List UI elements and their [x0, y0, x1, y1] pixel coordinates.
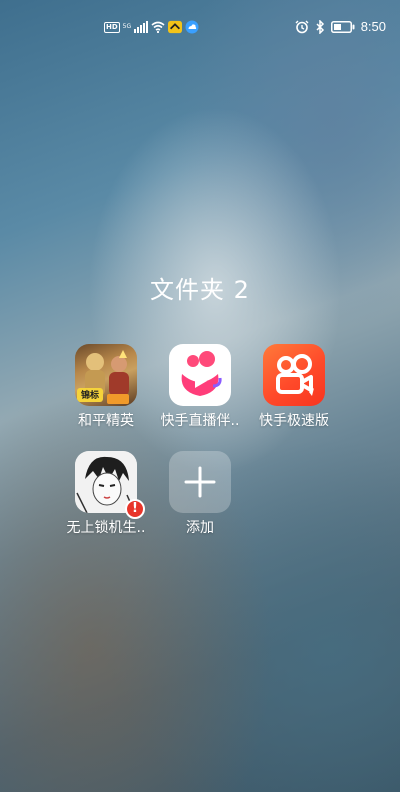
folder-title[interactable]: 文件夹 2 [0, 270, 400, 305]
app-kuaishou-live-companion[interactable]: 快手直播伴.. [152, 344, 248, 430]
add-app-button[interactable]: 添加 [152, 451, 248, 537]
hd-icon: HD [104, 21, 120, 33]
kuaishou-live-icon[interactable] [169, 344, 231, 406]
plus-icon[interactable] [169, 451, 231, 513]
status-bar: HD 5G 8:50 [0, 0, 400, 56]
manga-icon[interactable]: ! [75, 451, 145, 519]
app-label: 快手直播伴.. [160, 413, 240, 429]
app-manga-game[interactable]: ! 无上锁机生.. [58, 451, 154, 537]
notification-app-icon [168, 20, 183, 34]
pubg-icon[interactable]: 锦标 [75, 344, 137, 406]
signal-icon [134, 21, 149, 33]
alert-badge: ! [125, 499, 145, 519]
network-type-icon: 5G [122, 23, 132, 30]
kuaishou-speed-icon[interactable] [263, 344, 325, 406]
alarm-icon [295, 20, 309, 33]
app-label: 快手极速版 [259, 413, 329, 429]
app-label: 添加 [186, 520, 214, 536]
bluetooth-icon [316, 19, 324, 34]
app-label: 和平精英 [78, 413, 134, 429]
status-right-icons: 8:50 [295, 19, 386, 34]
wifi-icon [151, 21, 165, 33]
app-he-ping-jing-ying[interactable]: 锦标 和平精英 [58, 344, 154, 430]
battery-icon [330, 20, 355, 33]
app-label: 无上锁机生.. [66, 520, 146, 536]
status-left-icons: HD 5G [104, 20, 199, 34]
status-time: 8:50 [360, 19, 386, 34]
app-kuaishou-speed[interactable]: 快手极速版 [246, 344, 342, 430]
cloud-app-icon [185, 20, 199, 34]
svg-text:锦标: 锦标 [81, 389, 99, 401]
